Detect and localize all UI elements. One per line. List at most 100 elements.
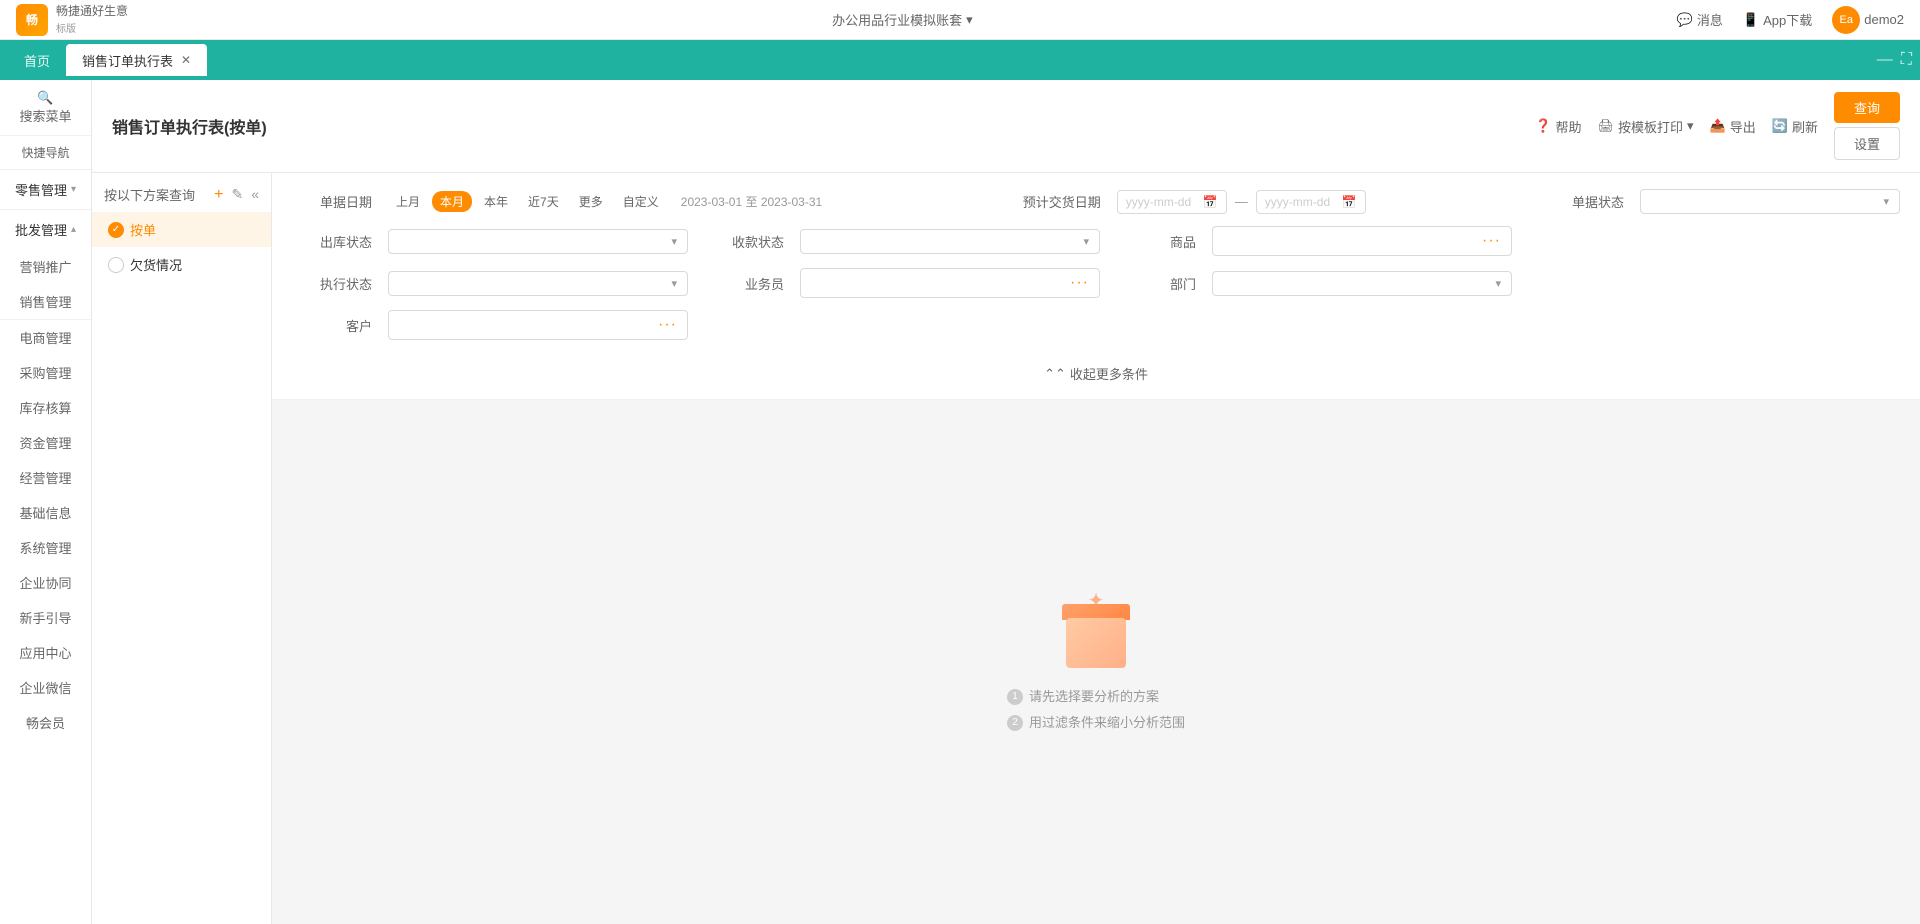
left-panel: 按以下方案查询 + ✎ « ✓ 按单 欠货情况 (92, 173, 272, 924)
sidebar-item-retail[interactable]: 零售管理 ▾ (0, 170, 91, 209)
sidebar: 🔍 搜索菜单 快捷导航 零售管理 ▾ 批发管理 ▴ 营销推广 销售管理 电商管理… (0, 80, 92, 924)
payment-chevron-icon: ▾ (1083, 235, 1089, 248)
scheme-item-backorder[interactable]: 欠货情况 (92, 247, 271, 282)
sidebar-item-sales[interactable]: 销售管理 (0, 284, 91, 319)
right-content: 单据日期 上月 本月 本年 近7天 更多 自定义 2023-03-01 至 20… (272, 173, 1920, 924)
expected-date-from-placeholder: yyyy-mm-dd (1126, 195, 1191, 209)
logo-sub: 标版 (56, 20, 128, 35)
edit-scheme-button[interactable]: ✎ (231, 186, 243, 204)
date-tab-this-year[interactable]: 本年 (476, 191, 516, 212)
calendar-to-icon: 📅 (1342, 195, 1357, 209)
salesperson-dots-icon[interactable]: ··· (1070, 274, 1089, 292)
calendar-icon: 📅 (1203, 195, 1218, 209)
left-panel-actions: + ✎ « (214, 186, 259, 204)
settings-button[interactable]: 设置 (1834, 127, 1900, 160)
user-menu[interactable]: Ea demo2 (1832, 6, 1904, 34)
filter-area: 单据日期 上月 本月 本年 近7天 更多 自定义 2023-03-01 至 20… (272, 173, 1920, 400)
scheme-item-label: 按单 (130, 220, 156, 239)
date-tab-this-month[interactable]: 本月 (432, 191, 472, 212)
scheme-item-by-order[interactable]: ✓ 按单 (92, 212, 271, 247)
date-tab-more[interactable]: 更多 (571, 191, 611, 212)
sidebar-item-apps[interactable]: 应用中心 (0, 635, 91, 670)
chevron-down-icon: ▾ (71, 184, 76, 195)
refresh-button[interactable]: 🔄 刷新 (1772, 117, 1818, 136)
app-download-button[interactable]: 📱 App下载 (1743, 10, 1812, 29)
sidebar-item-wholesale[interactable]: 批发管理 ▴ (0, 210, 91, 249)
department-label: 部门 (1116, 274, 1196, 293)
add-scheme-button[interactable]: + (214, 186, 223, 204)
delivery-chevron-icon: ▾ (671, 235, 677, 248)
collapse-panel-button[interactable]: « (251, 186, 259, 204)
hint-num-2: 2 (1007, 715, 1023, 731)
print-arrow-icon: ▾ (1687, 118, 1694, 134)
page-title: 销售订单执行表(按单) (112, 114, 267, 138)
sidebar-item-cooperation[interactable]: 企业协同 (0, 565, 91, 600)
order-status-select[interactable]: ▾ (1640, 189, 1900, 214)
minimize-icon[interactable]: — (1877, 51, 1893, 69)
query-button[interactable]: 查询 (1834, 92, 1900, 123)
date-tab-7days[interactable]: 近7天 (520, 191, 567, 212)
delivery-status-select[interactable]: ▾ (388, 229, 688, 254)
export-button[interactable]: 📤 导出 (1710, 117, 1756, 136)
sidebar-item-finance[interactable]: 资金管理 (0, 425, 91, 460)
print-button[interactable]: 🖨 按模板打印 ▾ (1598, 117, 1694, 136)
expected-date-to[interactable]: yyyy-mm-dd 📅 (1256, 190, 1366, 214)
empty-hints: 1 请先选择要分析的方案 2 用过滤条件来缩小分析范围 (1007, 684, 1185, 736)
content-area: 销售订单执行表(按单) ❓ 帮助 🖨 按模板打印 ▾ 📤 导出 (92, 80, 1920, 924)
department-select[interactable]: ▾ (1212, 271, 1512, 296)
date-tab-last-month[interactable]: 上月 (388, 191, 428, 212)
page-header: 销售订单执行表(按单) ❓ 帮助 🖨 按模板打印 ▾ 📤 导出 (92, 80, 1920, 173)
payment-status-select[interactable]: ▾ (800, 229, 1100, 254)
tab-close-icon[interactable]: ✕ (181, 53, 191, 67)
dept-chevron-icon: ▾ (1495, 277, 1501, 290)
product-select[interactable]: ··· (1212, 226, 1512, 256)
tab-bar: 首页 销售订单执行表 ✕ — ⛶ (0, 40, 1920, 80)
help-button[interactable]: ❓ 帮助 (1535, 117, 1581, 136)
tab-sales-order-label: 销售订单执行表 (82, 51, 173, 70)
sidebar-section-wholesale: 批发管理 ▴ 营销推广 销售管理 (0, 210, 91, 320)
sidebar-item-system[interactable]: 系统管理 (0, 530, 91, 565)
expected-date-from[interactable]: yyyy-mm-dd 📅 (1117, 190, 1227, 214)
customer-select[interactable]: ··· (388, 310, 688, 340)
expected-date-label: 预计交货日期 (1021, 192, 1101, 211)
sidebar-quick-nav[interactable]: 快捷导航 (0, 136, 91, 170)
logo-area: 畅 畅捷通好生意 标版 (16, 4, 128, 36)
scheme-outline-icon (108, 257, 124, 273)
maximize-icon[interactable]: ⛶ (1901, 51, 1912, 69)
sidebar-item-ecommerce[interactable]: 电商管理 (0, 320, 91, 355)
hint-num-1: 1 (1007, 689, 1023, 705)
date-tab-custom[interactable]: 自定义 (615, 191, 667, 212)
sidebar-search-label: 搜索菜单 (8, 106, 83, 125)
filter-row-1: 单据日期 上月 本月 本年 近7天 更多 自定义 2023-03-01 至 20… (292, 189, 1900, 214)
salesperson-select[interactable]: ··· (800, 268, 1100, 298)
body-layout: 按以下方案查询 + ✎ « ✓ 按单 欠货情况 (92, 173, 1920, 924)
sidebar-item-operation[interactable]: 经营管理 (0, 460, 91, 495)
sidebar-item-member[interactable]: 畅会员 (0, 705, 91, 740)
sidebar-item-marketing[interactable]: 营销推广 (0, 249, 91, 284)
sidebar-item-basics[interactable]: 基础信息 (0, 495, 91, 530)
avatar: Ea (1832, 6, 1860, 34)
sidebar-search[interactable]: 🔍 搜索菜单 (0, 80, 91, 136)
tab-sales-order[interactable]: 销售订单执行表 ✕ (66, 44, 207, 76)
sidebar-item-wechat[interactable]: 企业微信 (0, 670, 91, 705)
breadcrumb-text: 办公用品行业模拟账套 (832, 10, 962, 29)
message-button[interactable]: 💬 消息 (1677, 10, 1723, 29)
tab-home[interactable]: 首页 (8, 44, 66, 76)
collapse-filters-button[interactable]: ⌃⌃ 收起更多条件 (292, 356, 1900, 383)
product-dots-icon[interactable]: ··· (1482, 232, 1501, 250)
top-right: 💬 消息 📱 App下载 Ea demo2 (1677, 6, 1904, 34)
empty-illustration: ✦ (1056, 588, 1136, 668)
scheme-item-label-2: 欠货情况 (130, 255, 182, 274)
sidebar-item-guide[interactable]: 新手引导 (0, 600, 91, 635)
customer-dots-icon[interactable]: ··· (658, 316, 677, 334)
date-dash: — (1231, 194, 1252, 209)
order-status-chevron-icon: ▾ (1883, 195, 1889, 208)
message-icon: 💬 (1677, 12, 1693, 28)
date-tab-group: 上月 本月 本年 近7天 更多 自定义 (388, 191, 667, 212)
scheme-active-icon: ✓ (108, 222, 124, 238)
breadcrumb-arrow-icon[interactable]: ▾ (966, 12, 973, 28)
logo-icon: 畅 (16, 4, 48, 36)
execute-status-select[interactable]: ▾ (388, 271, 688, 296)
sidebar-item-purchase[interactable]: 采购管理 (0, 355, 91, 390)
sidebar-item-inventory[interactable]: 库存核算 (0, 390, 91, 425)
